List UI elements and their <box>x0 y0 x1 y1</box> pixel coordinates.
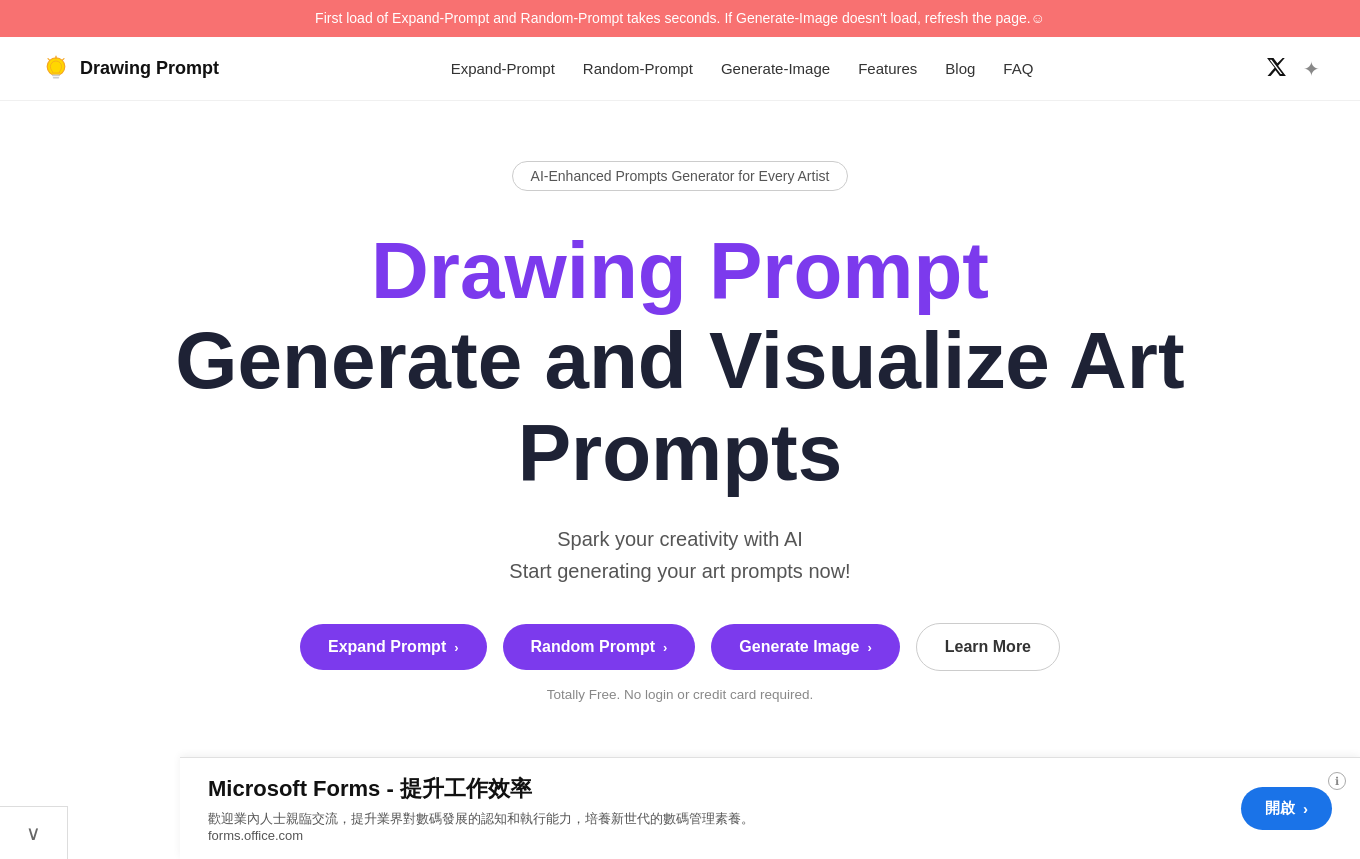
ad-info-icon[interactable]: ℹ <box>1328 772 1346 790</box>
generate-image-button[interactable]: Generate Image › <box>711 624 899 670</box>
theme-toggle[interactable]: ✦ <box>1303 57 1320 81</box>
free-note: Totally Free. No login or credit card re… <box>547 687 813 702</box>
generate-image-chevron: › <box>867 640 871 655</box>
hero-subtitle: Spark your creativity with AI Start gene… <box>509 523 850 587</box>
hero-title-dark-line1: Generate and Visualize Art <box>175 315 1184 407</box>
ad-banner: Microsoft Forms - 提升工作效率 歡迎業內人士親臨交流，提升業界… <box>180 757 1360 859</box>
nav-random-prompt[interactable]: Random-Prompt <box>583 60 693 77</box>
nav-right: ✦ <box>1265 56 1320 82</box>
nav-faq[interactable]: FAQ <box>1003 60 1033 77</box>
ad-content: Microsoft Forms - 提升工作效率 歡迎業內人士親臨交流，提升業界… <box>208 774 1209 843</box>
random-prompt-button[interactable]: Random Prompt › <box>503 624 696 670</box>
hero-buttons: Expand Prompt › Random Prompt › Generate… <box>300 623 1060 671</box>
drawer-hint[interactable]: ∨ <box>0 806 68 859</box>
nav-logo-text: Drawing Prompt <box>80 58 219 79</box>
twitter-link[interactable] <box>1265 56 1287 82</box>
svg-line-3 <box>62 58 64 60</box>
random-prompt-chevron: › <box>663 640 667 655</box>
nav-features[interactable]: Features <box>858 60 917 77</box>
ad-desc: 歡迎業內人士親臨交流，提升業界對數碼發展的認知和執行能力，培養新世代的數碼管理素… <box>208 810 788 843</box>
expand-prompt-button[interactable]: Expand Prompt › <box>300 624 487 670</box>
hero-title-dark-line2: Prompts <box>175 407 1184 499</box>
ad-cta-chevron: › <box>1303 800 1308 817</box>
hero-subtitle-line1: Spark your creativity with AI <box>509 523 850 555</box>
hero-section: AI-Enhanced Prompts Generator for Every … <box>0 101 1360 742</box>
nav-blog[interactable]: Blog <box>945 60 975 77</box>
nav-expand-prompt[interactable]: Expand-Prompt <box>451 60 555 77</box>
hero-badge: AI-Enhanced Prompts Generator for Every … <box>512 161 849 191</box>
ad-cta-label: 開啟 <box>1265 799 1295 818</box>
ad-title: Microsoft Forms - 提升工作效率 <box>208 774 1209 804</box>
navbar: Drawing Prompt Expand-Prompt Random-Prom… <box>0 37 1360 101</box>
lightbulb-icon <box>40 53 72 85</box>
learn-more-button[interactable]: Learn More <box>916 623 1060 671</box>
svg-line-2 <box>48 58 50 60</box>
ad-cta-button[interactable]: 開啟 › <box>1241 787 1332 830</box>
nav-generate-image[interactable]: Generate-Image <box>721 60 830 77</box>
expand-prompt-chevron: › <box>454 640 458 655</box>
hero-subtitle-line2: Start generating your art prompts now! <box>509 555 850 587</box>
hero-title: Drawing Prompt Generate and Visualize Ar… <box>175 227 1184 499</box>
drawer-chevron-icon: ∨ <box>26 821 41 845</box>
hero-title-purple: Drawing Prompt <box>175 227 1184 315</box>
nav-links: Expand-Prompt Random-Prompt Generate-Ima… <box>451 60 1034 78</box>
nav-logo[interactable]: Drawing Prompt <box>40 53 219 85</box>
banner-text: First load of Expand-Prompt and Random-P… <box>315 10 1045 26</box>
x-twitter-icon <box>1265 56 1287 78</box>
top-banner: First load of Expand-Prompt and Random-P… <box>0 0 1360 37</box>
